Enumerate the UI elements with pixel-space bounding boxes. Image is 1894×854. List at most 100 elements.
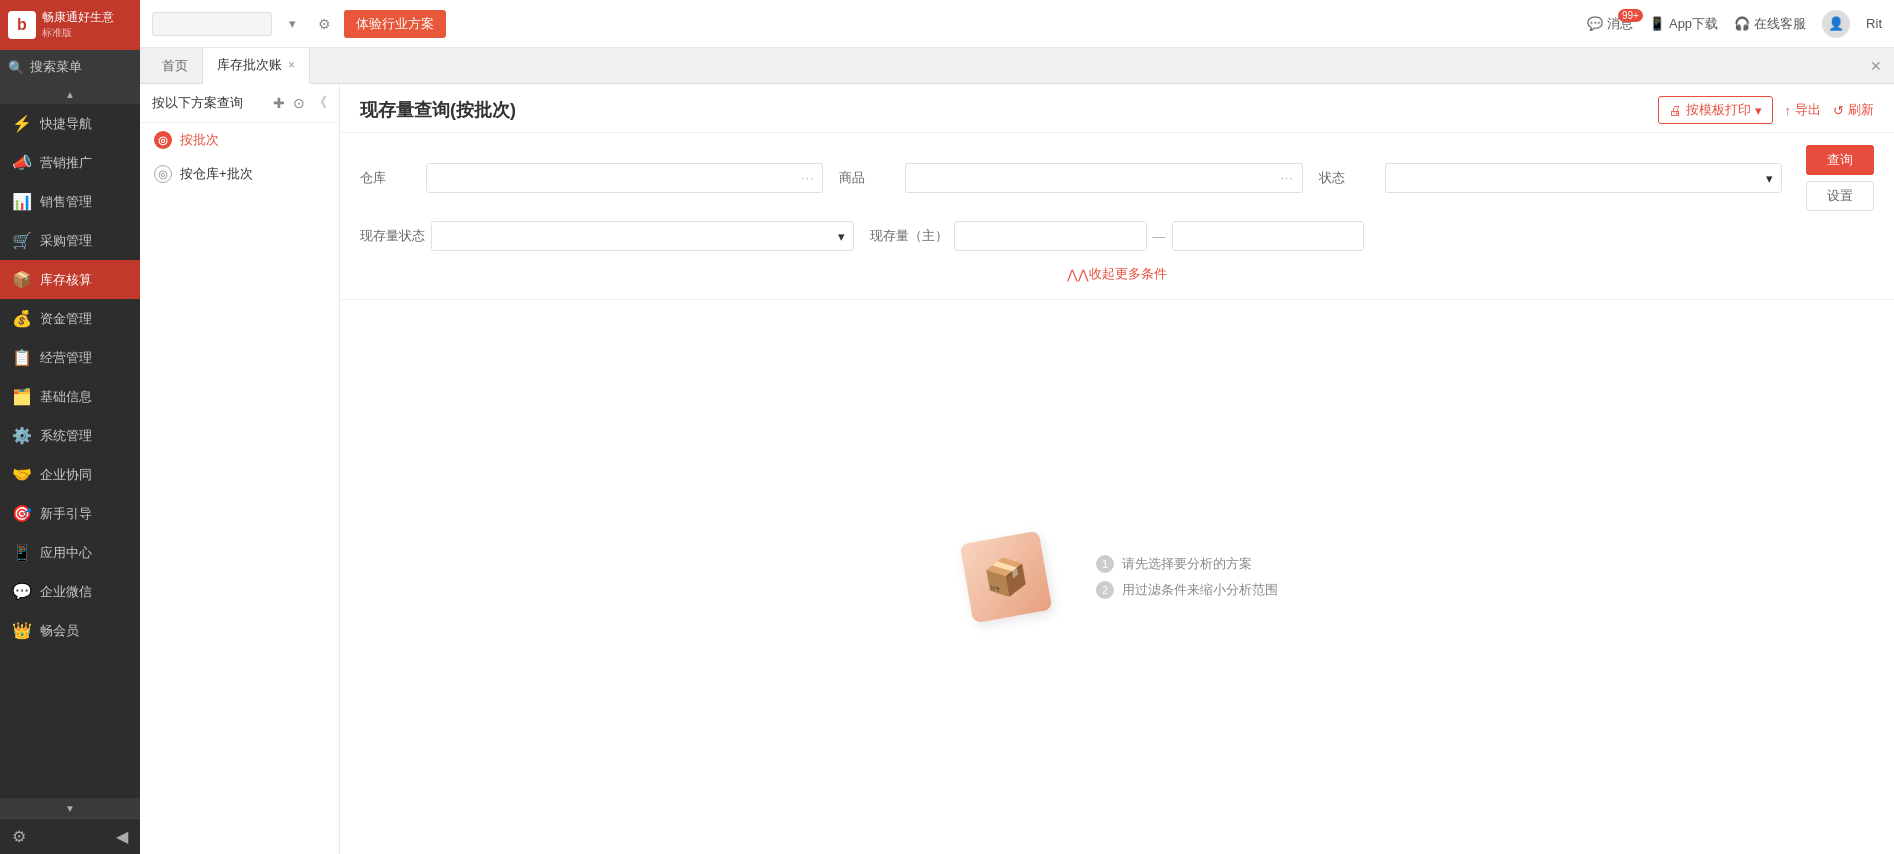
sidebar-collapse-icon[interactable]: ◀	[116, 827, 128, 846]
quick-nav-label: 快捷导航	[40, 115, 92, 133]
sidebar-item-marketing[interactable]: 📣 营销推广	[0, 143, 140, 182]
collapse-up-icon: ⋀⋀	[1067, 267, 1089, 282]
print-button[interactable]: 🖨 按模板打印 ▾	[1658, 96, 1773, 124]
experience-button[interactable]: 体验行业方案	[344, 10, 446, 38]
sidebar-settings-icon[interactable]: ⚙	[12, 827, 26, 846]
collapse-more-conditions[interactable]: ⋀⋀ 收起更多条件	[360, 261, 1874, 287]
purchase-icon: 🛒	[12, 231, 32, 250]
refresh-label: 刷新	[1848, 101, 1874, 119]
search-icon: 🔍	[8, 60, 24, 75]
system-label: 系统管理	[40, 427, 92, 445]
sidebar-item-system[interactable]: ⚙️ 系统管理	[0, 416, 140, 455]
enterprise-collab-label: 企业协同	[40, 466, 92, 484]
scheme-batch-icon: ◎	[154, 131, 172, 149]
user-avatar[interactable]: 👤	[1822, 10, 1850, 38]
tab-bar-close-all[interactable]: ✕	[1858, 58, 1894, 74]
tip-num-2: 2	[1096, 581, 1114, 599]
stock-status-select[interactable]: ▾	[431, 221, 854, 251]
print-dropdown-icon[interactable]: ▾	[1755, 103, 1762, 118]
header-gear-icon[interactable]: ⚙	[312, 12, 336, 36]
marketing-label: 营销推广	[40, 154, 92, 172]
tab-batch-close[interactable]: ×	[288, 58, 295, 72]
header-search-input[interactable]	[152, 12, 272, 36]
left-panel: 按以下方案查询 ✚ ⊙ 《 ◎ 按批次 ◎ 按仓库+批次	[140, 84, 340, 854]
finance-icon: 💰	[12, 309, 32, 328]
goods-input[interactable]: ···	[905, 163, 1302, 193]
stock-qty-field: 现存量（主） —	[870, 221, 1364, 251]
column-settings-button[interactable]: 设置	[1806, 181, 1874, 211]
tab-batch-label: 库存批次账	[217, 56, 282, 74]
tab-home[interactable]: 首页	[148, 48, 203, 84]
goods-dots-icon: ···	[1281, 171, 1294, 185]
tab-home-label: 首页	[162, 57, 188, 75]
stock-qty-from[interactable]	[954, 221, 1147, 251]
service-icon: 🎧	[1734, 16, 1750, 31]
enterprise-wechat-label: 企业微信	[40, 583, 92, 601]
empty-tip-2: 2 用过滤条件来缩小分析范围	[1096, 581, 1278, 599]
sidebar-item-basic[interactable]: 🗂️ 基础信息	[0, 377, 140, 416]
print-label: 按模板打印	[1686, 101, 1751, 119]
search-label: 搜索菜单	[30, 58, 82, 76]
stock-status-arrow: ▾	[838, 229, 845, 244]
refresh-button[interactable]: ↺ 刷新	[1833, 101, 1874, 119]
finance-label: 资金管理	[40, 310, 92, 328]
query-button[interactable]: 查询	[1806, 145, 1874, 175]
purchase-label: 采购管理	[40, 232, 92, 250]
sidebar-search[interactable]: 🔍 搜索菜单	[0, 50, 140, 84]
collapse-panel-button[interactable]: 《	[313, 94, 327, 112]
sidebar-item-operations[interactable]: 📋 经营管理	[0, 338, 140, 377]
sidebar-item-enterprise-wechat[interactable]: 💬 企业微信	[0, 572, 140, 611]
add-scheme-button[interactable]: ✚	[273, 95, 285, 111]
sidebar-item-quick-nav[interactable]: ⚡ 快捷导航	[0, 104, 140, 143]
export-icon: ↑	[1785, 103, 1792, 118]
sales-icon: 📊	[12, 192, 32, 211]
sidebar-item-app-center[interactable]: 📱 应用中心	[0, 533, 140, 572]
sidebar-scroll-down[interactable]: ▼	[0, 798, 140, 818]
export-button[interactable]: ↑ 导出	[1785, 101, 1822, 119]
message-badge: 99+	[1618, 9, 1643, 22]
stock-qty-label: 现存量（主）	[870, 227, 948, 245]
sidebar-item-newbie[interactable]: 🎯 新手引导	[0, 494, 140, 533]
scheme-item-batch[interactable]: ◎ 按批次	[140, 123, 339, 157]
status-select[interactable]: ▾	[1385, 163, 1782, 193]
export-label: 导出	[1795, 101, 1821, 119]
empty-tips: 1 请先选择要分析的方案 2 用过滤条件来缩小分析范围	[1096, 555, 1278, 599]
sidebar-item-member[interactable]: 👑 畅会员	[0, 611, 140, 650]
member-label: 畅会员	[40, 622, 79, 640]
empty-illustration: 📦	[960, 531, 1053, 624]
scheme-settings-button[interactable]: ⊙	[293, 95, 305, 111]
inventory-icon: 📦	[12, 270, 32, 289]
left-panel-actions: ✚ ⊙ 《	[273, 94, 327, 112]
filter-row-1: 仓库 ··· 商品 ··· 状态	[360, 145, 1874, 211]
app-center-icon: 📱	[12, 543, 32, 562]
username-label[interactable]: Rit	[1866, 16, 1882, 31]
message-button[interactable]: 💬 消息 99+	[1587, 15, 1633, 33]
online-service-button[interactable]: 🎧 在线客服	[1734, 15, 1806, 33]
sales-label: 销售管理	[40, 193, 92, 211]
header-right: 💬 消息 99+ 📱 App下载 🎧 在线客服 👤 Rit	[1587, 10, 1882, 38]
stock-qty-to[interactable]	[1172, 221, 1365, 251]
warehouse-input[interactable]: ···	[426, 163, 823, 193]
quick-nav-icon: ⚡	[12, 114, 32, 133]
sidebar-item-sales[interactable]: 📊 销售管理	[0, 182, 140, 221]
sidebar-item-inventory[interactable]: 📦 库存核算	[0, 260, 140, 299]
sidebar-header: b 畅康通好生意 标准版	[0, 0, 140, 50]
message-icon: 💬	[1587, 16, 1603, 31]
operations-label: 经营管理	[40, 349, 92, 367]
sidebar-item-finance[interactable]: 💰 资金管理	[0, 299, 140, 338]
enterprise-wechat-icon: 💬	[12, 582, 32, 601]
stock-status-label: 现存量状态	[360, 227, 425, 245]
sidebar-scroll-up[interactable]: ▲	[0, 84, 140, 104]
filter-area: 仓库 ··· 商品 ··· 状态	[340, 133, 1894, 300]
sidebar-item-enterprise-collab[interactable]: 🤝 企业协同	[0, 455, 140, 494]
status-field: 状态 ▾	[1319, 163, 1782, 193]
tab-batch[interactable]: 库存批次账 ×	[203, 48, 310, 84]
inventory-label: 库存核算	[40, 271, 92, 289]
scheme-item-warehouse-batch[interactable]: ◎ 按仓库+批次	[140, 157, 339, 191]
marketing-icon: 📣	[12, 153, 32, 172]
member-icon: 👑	[12, 621, 32, 640]
top-header: ▾ ⚙ 体验行业方案 💬 消息 99+ 📱 App下载 🎧 在线客服 👤 Rit	[140, 0, 1894, 48]
header-dropdown-icon[interactable]: ▾	[280, 12, 304, 36]
app-download-button[interactable]: 📱 App下载	[1649, 15, 1718, 33]
sidebar-item-purchase[interactable]: 🛒 采购管理	[0, 221, 140, 260]
